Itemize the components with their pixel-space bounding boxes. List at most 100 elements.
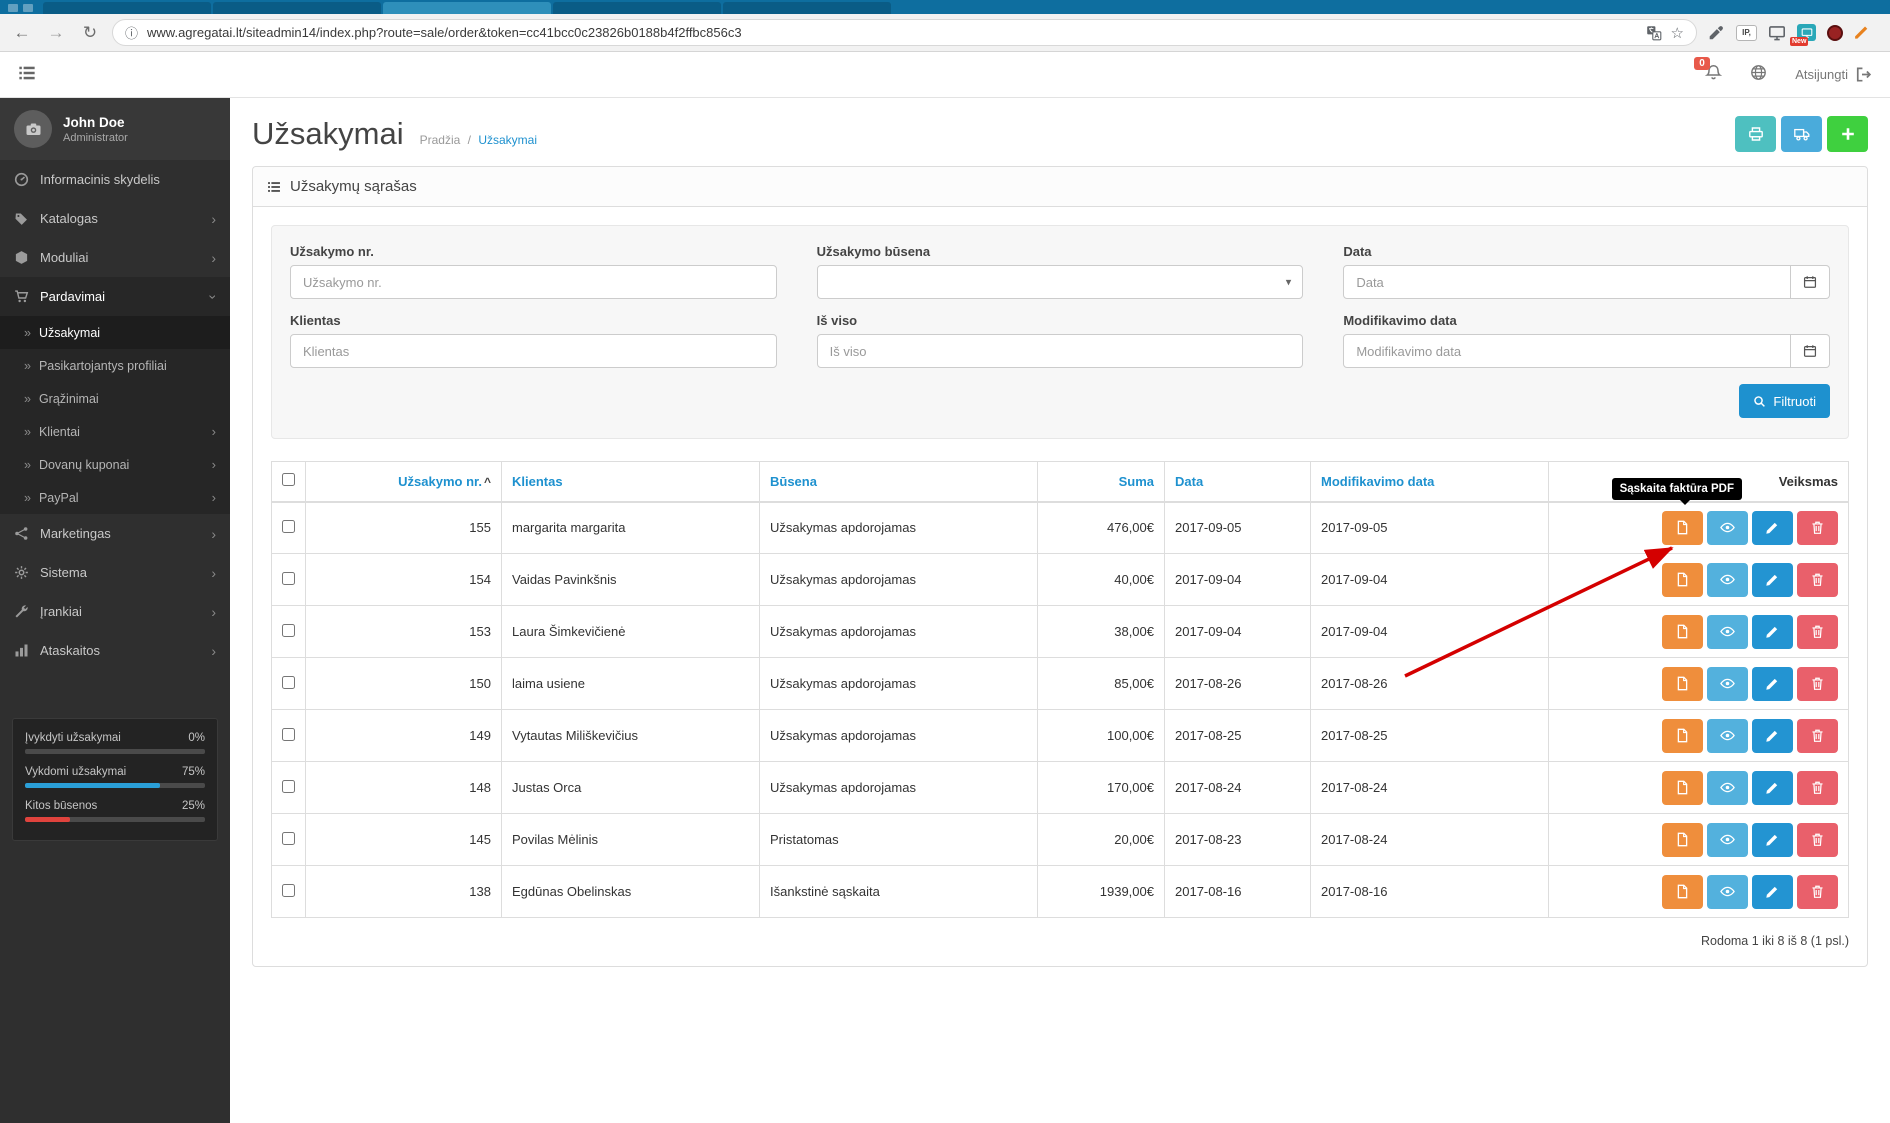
edit-order-button[interactable]: [1752, 770, 1793, 805]
breadcrumb-current-link[interactable]: Užsakymai: [478, 133, 537, 147]
view-order-button[interactable]: [1707, 822, 1748, 857]
select-all-checkbox[interactable]: [282, 473, 295, 487]
delete-order-button[interactable]: [1797, 822, 1838, 857]
menu-toggle-button[interactable]: [18, 64, 36, 85]
delete-order-button[interactable]: [1797, 614, 1838, 649]
edit-order-button[interactable]: [1752, 718, 1793, 753]
sidebar-item-catalog[interactable]: Katalogas ›: [0, 199, 230, 238]
sort-date-link[interactable]: Data: [1175, 474, 1203, 489]
delete-order-button[interactable]: [1797, 770, 1838, 805]
breadcrumb-home-link[interactable]: Pradžia: [420, 133, 461, 147]
forward-button[interactable]: →: [44, 23, 68, 43]
add-order-button[interactable]: [1827, 116, 1868, 152]
invoice-pdf-button[interactable]: [1662, 562, 1703, 597]
row-checkbox[interactable]: [282, 831, 295, 845]
page-info-icon[interactable]: ⓘ: [125, 23, 138, 42]
invoice-pdf-button[interactable]: [1662, 874, 1703, 909]
modified-filter-input[interactable]: [1343, 334, 1792, 368]
pen-extension-icon[interactable]: [1854, 24, 1872, 42]
ip-extension-icon[interactable]: IP,: [1736, 24, 1757, 41]
row-checkbox[interactable]: [282, 727, 295, 741]
invoice-pdf-button[interactable]: [1662, 770, 1703, 805]
row-checkbox[interactable]: [282, 883, 295, 897]
edit-order-button[interactable]: [1752, 614, 1793, 649]
sidebar-item-reports[interactable]: Ataskaitos ›: [0, 631, 230, 670]
browser-tab[interactable]: [723, 2, 891, 14]
print-shipping-button[interactable]: [1781, 116, 1822, 152]
address-bar[interactable]: ⓘ www.agregatai.lt/siteadmin14/index.php…: [112, 19, 1697, 46]
edit-order-button[interactable]: [1752, 510, 1793, 545]
invoice-pdf-button[interactable]: [1662, 614, 1703, 649]
browser-tab[interactable]: [43, 2, 211, 14]
view-order-button[interactable]: [1707, 770, 1748, 805]
adblock-extension-icon[interactable]: [1827, 24, 1843, 41]
row-checkbox[interactable]: [282, 571, 295, 585]
submenu-item-label: Užsakymai: [38, 325, 101, 340]
filter-button[interactable]: Filtruoti: [1739, 384, 1830, 418]
modified-calendar-button[interactable]: [1791, 334, 1830, 368]
sidebar-item-system[interactable]: Sistema ›: [0, 553, 230, 592]
invoice-pdf-button[interactable]: [1662, 510, 1703, 545]
row-checkbox[interactable]: [282, 519, 295, 533]
order-nr-filter-input[interactable]: [290, 265, 777, 299]
sort-status-link[interactable]: Būsena: [770, 474, 817, 489]
total-filter-input[interactable]: [816, 334, 1304, 368]
view-order-button[interactable]: [1707, 874, 1748, 909]
date-calendar-button[interactable]: [1791, 265, 1830, 299]
logout-button[interactable]: Atsijungti: [1795, 66, 1872, 83]
eyedropper-extension-icon[interactable]: [1707, 24, 1725, 42]
language-button[interactable]: [1750, 64, 1767, 86]
view-order-button[interactable]: [1707, 562, 1748, 597]
submenu-item-customers[interactable]: » Klientai ›: [0, 415, 230, 448]
invoice-pdf-button[interactable]: [1662, 666, 1703, 701]
sidebar-item-marketing[interactable]: Marketingas ›: [0, 514, 230, 553]
submenu-item-gift-vouchers[interactable]: » Dovanų kuponai ›: [0, 448, 230, 481]
invoice-pdf-button[interactable]: [1662, 822, 1703, 857]
delete-order-button[interactable]: [1797, 666, 1838, 701]
sort-total-link[interactable]: Suma: [1119, 474, 1154, 489]
customer-filter-input[interactable]: [290, 334, 777, 368]
view-order-button[interactable]: [1707, 510, 1748, 545]
edit-order-button[interactable]: [1752, 666, 1793, 701]
delete-order-button[interactable]: [1797, 510, 1838, 545]
browser-tab[interactable]: [213, 2, 381, 14]
sidebar-item-modules[interactable]: Moduliai ›: [0, 238, 230, 277]
submenu-item-returns[interactable]: » Grąžinimai: [0, 382, 230, 415]
submenu-item-recurring-profiles[interactable]: » Pasikartojantys profiliai: [0, 349, 230, 382]
sidebar-item-tools[interactable]: Įrankiai ›: [0, 592, 230, 631]
sidebar-item-dashboard[interactable]: Informacinis skydelis: [0, 160, 230, 199]
edit-order-button[interactable]: [1752, 874, 1793, 909]
sort-modified-link[interactable]: Modifikavimo data: [1321, 474, 1434, 489]
view-order-button[interactable]: [1707, 718, 1748, 753]
row-checkbox[interactable]: [282, 675, 295, 689]
delete-order-button[interactable]: [1797, 718, 1838, 753]
avatar[interactable]: [14, 110, 52, 148]
view-order-button[interactable]: [1707, 614, 1748, 649]
date-filter-input[interactable]: [1343, 265, 1792, 299]
order-status-select[interactable]: ▾: [816, 265, 1304, 299]
screencap-extension-icon[interactable]: New: [1790, 24, 1816, 46]
monitor-extension-icon[interactable]: [1768, 24, 1786, 42]
submenu-item-paypal[interactable]: » PayPal ›: [0, 481, 230, 514]
browser-tab-active[interactable]: [383, 2, 551, 14]
submenu-item-orders[interactable]: » Užsakymai: [0, 316, 230, 349]
chevron-right-icon: ›: [211, 424, 216, 439]
delete-order-button[interactable]: [1797, 562, 1838, 597]
back-button[interactable]: ←: [10, 23, 34, 43]
edit-order-button[interactable]: [1752, 822, 1793, 857]
reload-button[interactable]: ↻: [78, 23, 102, 43]
invoice-pdf-button[interactable]: [1662, 718, 1703, 753]
print-invoice-button[interactable]: [1735, 116, 1776, 152]
delete-order-button[interactable]: [1797, 874, 1838, 909]
translate-icon[interactable]: [1646, 25, 1662, 41]
sort-customer-link[interactable]: Klientas: [512, 474, 563, 489]
row-checkbox[interactable]: [282, 623, 295, 637]
row-checkbox[interactable]: [282, 779, 295, 793]
sidebar-item-sales[interactable]: Pardavimai ›: [0, 277, 230, 316]
sort-order-nr-link[interactable]: Užsakymo nr.: [398, 474, 482, 489]
notifications-button[interactable]: 0: [1694, 56, 1722, 86]
view-order-button[interactable]: [1707, 666, 1748, 701]
bookmark-star-icon[interactable]: ☆: [1671, 24, 1684, 42]
browser-tab[interactable]: [553, 2, 721, 14]
edit-order-button[interactable]: [1752, 562, 1793, 597]
